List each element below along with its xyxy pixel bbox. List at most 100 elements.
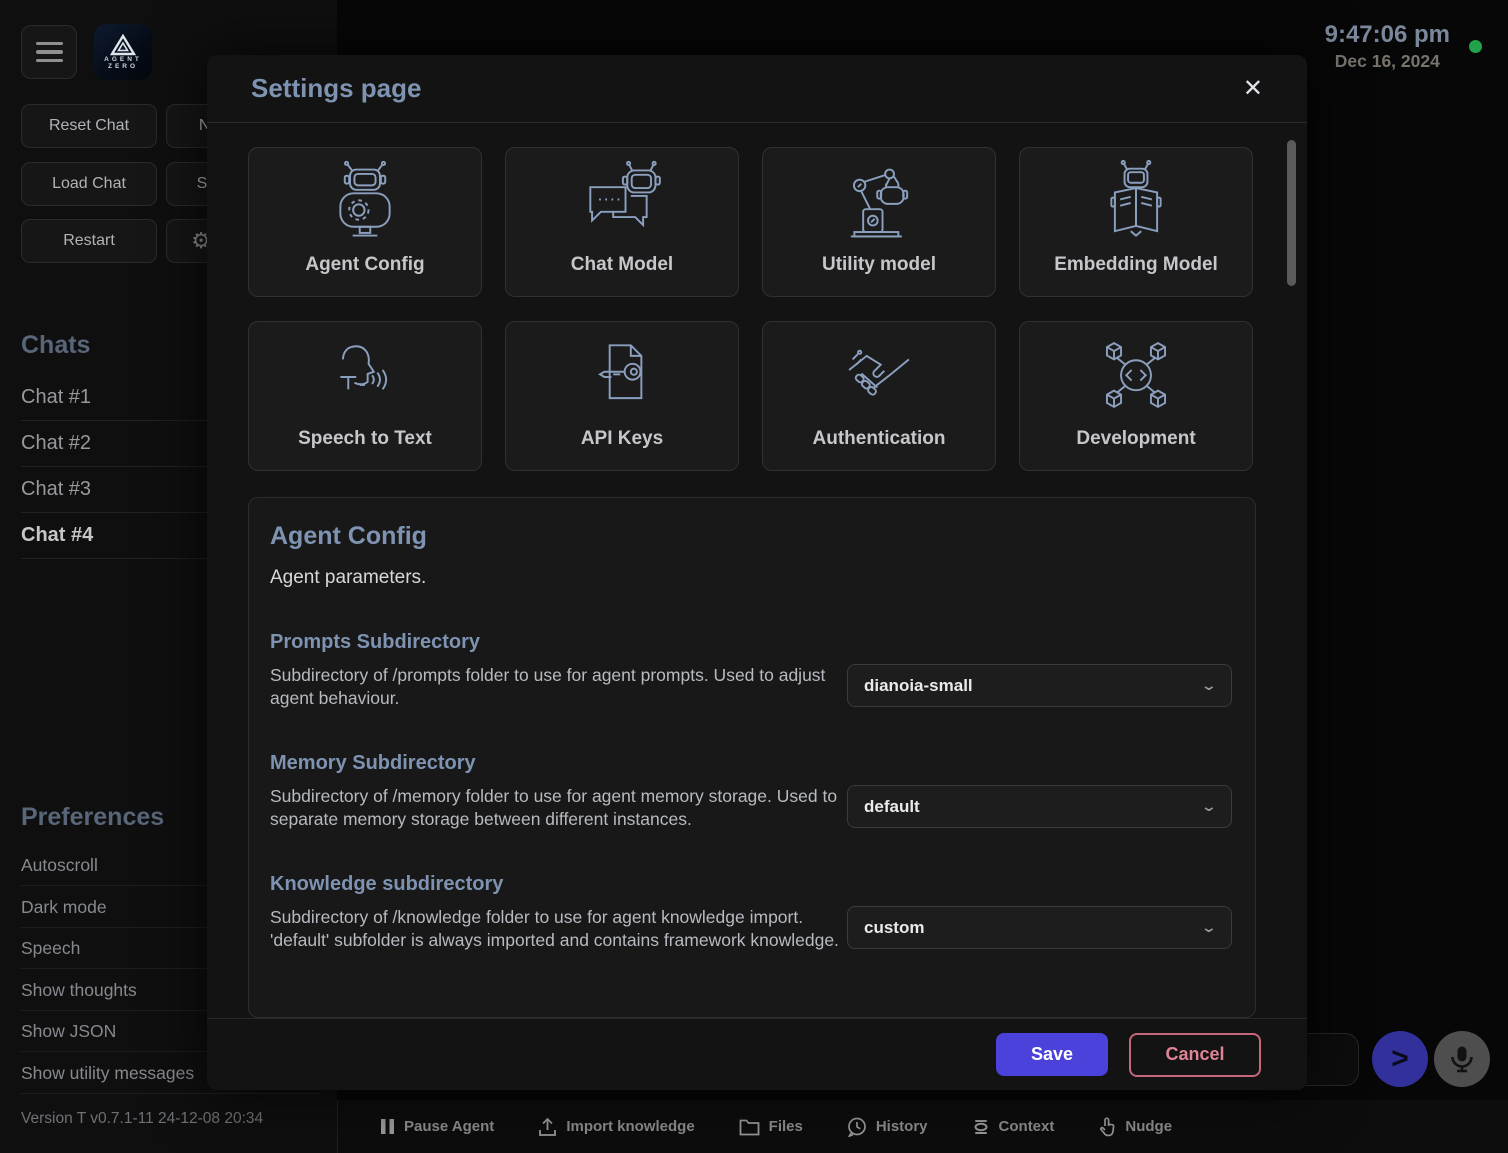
card-label: Authentication: [813, 428, 946, 450]
import-knowledge-button[interactable]: Import knowledge: [538, 1117, 694, 1137]
chevron-down-icon: ⌄: [1201, 798, 1217, 815]
settings-modal: Settings page ✕ Agent Config: [207, 55, 1307, 1090]
bb-label: Import knowledge: [566, 1118, 694, 1135]
development-icon: [1092, 334, 1180, 420]
reset-chat-button[interactable]: Reset Chat: [21, 104, 157, 148]
send-button[interactable]: >: [1372, 1031, 1428, 1087]
folder-icon: [739, 1118, 760, 1136]
field-label: Prompts Subdirectory: [270, 631, 1232, 654]
send-icon: >: [1391, 1042, 1409, 1076]
card-label: Development: [1076, 428, 1195, 450]
chat-item-label: Chat #4: [21, 524, 93, 547]
load-chat-button[interactable]: Load Chat: [21, 162, 157, 206]
field-description: Subdirectory of /prompts folder to use f…: [270, 664, 842, 710]
chat-item-label: Chat #2: [21, 432, 91, 455]
prompts-subdirectory-select[interactable]: dianoia-small ⌄: [847, 664, 1232, 707]
restart-label: Restart: [63, 232, 115, 250]
version-text: Version T v0.7.1-11 24-12-08 20:34: [21, 1110, 263, 1128]
nudge-button[interactable]: Nudge: [1098, 1117, 1172, 1137]
memory-subdirectory-select[interactable]: default ⌄: [847, 785, 1232, 828]
upload-icon: [538, 1117, 557, 1137]
bb-label: History: [876, 1118, 928, 1135]
preference-label: Show thoughts: [21, 980, 137, 1001]
online-status-dot: [1469, 40, 1482, 53]
select-value: default: [864, 797, 920, 817]
context-icon: [972, 1118, 990, 1136]
modal-scrollbar[interactable]: [1287, 140, 1296, 286]
chat-item-label: Chat #3: [21, 478, 91, 501]
chat-item-label: Chat #1: [21, 386, 91, 409]
field-memory-subdirectory: Memory Subdirectory Subdirectory of /mem…: [270, 752, 1232, 831]
card-label: API Keys: [581, 428, 663, 450]
card-agent-config[interactable]: Agent Config: [248, 147, 482, 297]
nudge-icon: [1098, 1117, 1116, 1137]
card-label: Embedding Model: [1054, 254, 1218, 276]
knowledge-subdirectory-select[interactable]: custom ⌄: [847, 906, 1232, 949]
select-value: custom: [864, 918, 924, 938]
files-button[interactable]: Files: [739, 1118, 803, 1136]
card-api-keys[interactable]: API Keys: [505, 321, 739, 471]
pause-agent-button[interactable]: Pause Agent: [380, 1118, 494, 1135]
card-development[interactable]: Development: [1019, 321, 1253, 471]
hamburger-icon: [36, 42, 63, 46]
context-button[interactable]: Context: [972, 1118, 1055, 1136]
chevron-down-icon: ⌄: [1201, 919, 1217, 936]
embedding-model-icon: [1092, 160, 1180, 246]
history-button[interactable]: History: [847, 1117, 928, 1137]
agent-zero-triangle-icon: [110, 34, 136, 56]
card-chat-model[interactable]: Chat Model: [505, 147, 739, 297]
section-subtitle: Agent parameters.: [270, 567, 1232, 589]
save-button[interactable]: Save: [996, 1033, 1108, 1076]
chats-heading: Chats: [21, 331, 90, 360]
preference-label: Show JSON: [21, 1021, 116, 1042]
cancel-button[interactable]: Cancel: [1129, 1033, 1261, 1077]
logo-text-line1: AGENT: [104, 56, 142, 63]
clock-date: Dec 16, 2024: [1325, 51, 1450, 72]
reset-chat-label: Reset Chat: [49, 117, 129, 135]
api-keys-icon: [578, 334, 666, 420]
agent-config-icon: [321, 160, 409, 246]
select-value: dianoia-small: [864, 676, 973, 696]
card-speech-to-text[interactable]: Speech to Text: [248, 321, 482, 471]
field-knowledge-subdirectory: Knowledge subdirectory Subdirectory of /…: [270, 873, 1232, 952]
bb-label: Pause Agent: [404, 1118, 494, 1135]
preference-label: Speech: [21, 938, 80, 959]
clock-time: 9:47:06 pm: [1325, 21, 1450, 49]
field-description: Subdirectory of /memory folder to use fo…: [270, 785, 842, 831]
card-label: Speech to Text: [298, 428, 432, 450]
card-utility-model[interactable]: Utility model: [762, 147, 996, 297]
bottom-toolbar: Pause Agent Import knowledge Files Histo…: [337, 1100, 1508, 1153]
utility-model-icon: [835, 160, 923, 246]
chat-model-icon: [578, 160, 666, 246]
settings-page-title: Settings page: [251, 73, 421, 104]
logo-text-line2: ZERO: [108, 63, 138, 70]
field-label: Memory Subdirectory: [270, 752, 1232, 775]
agent-config-panel: Agent Config Agent parameters. Prompts S…: [248, 497, 1256, 1018]
settings-modal-header: Settings page ✕: [207, 55, 1307, 123]
restart-button[interactable]: Restart: [21, 219, 157, 263]
microphone-button[interactable]: [1434, 1031, 1490, 1087]
pause-icon: [380, 1118, 395, 1135]
menu-toggle-button[interactable]: [21, 25, 77, 79]
preference-label: Autoscroll: [21, 855, 98, 876]
load-chat-label: Load Chat: [52, 175, 126, 193]
field-label: Knowledge subdirectory: [270, 873, 1232, 896]
settings-modal-footer: Save Cancel: [207, 1018, 1307, 1090]
field-prompts-subdirectory: Prompts Subdirectory Subdirectory of /pr…: [270, 631, 1232, 710]
close-icon[interactable]: ✕: [1243, 77, 1263, 101]
history-icon: [847, 1117, 867, 1137]
clock: 9:47:06 pm Dec 16, 2024: [1325, 21, 1450, 72]
preferences-heading: Preferences: [21, 803, 164, 832]
card-embedding-model[interactable]: Embedding Model: [1019, 147, 1253, 297]
chevron-down-icon: ⌄: [1201, 677, 1217, 694]
authentication-icon: [835, 334, 923, 420]
card-label: Chat Model: [571, 254, 673, 276]
app-logo: AGENT ZERO: [94, 24, 152, 80]
bb-label: Nudge: [1125, 1118, 1172, 1135]
bb-label: Files: [769, 1118, 803, 1135]
card-authentication[interactable]: Authentication: [762, 321, 996, 471]
bb-label: Context: [999, 1118, 1055, 1135]
speech-to-text-icon: [321, 334, 409, 420]
card-label: Agent Config: [305, 254, 424, 276]
settings-sections-grid: Agent Config Chat Model: [248, 147, 1255, 471]
